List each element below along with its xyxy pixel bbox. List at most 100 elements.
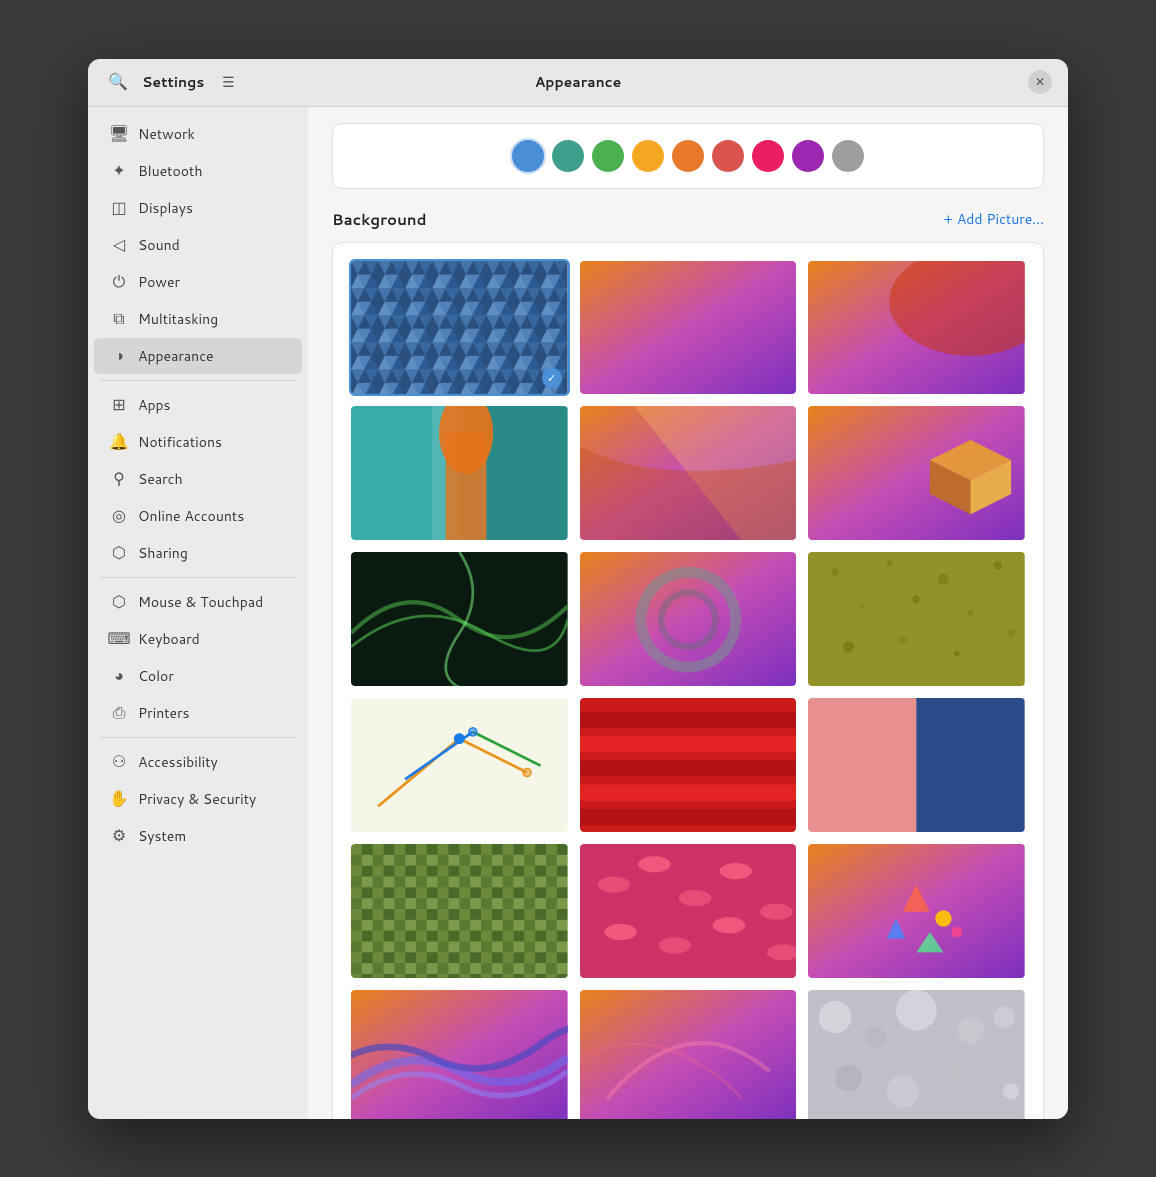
background-thumb-bg13[interactable] [349,842,570,980]
sidebar-item-online-accounts[interactable]: ◎ Online Accounts [94,498,302,534]
sidebar-item-privacy[interactable]: ✋ Privacy & Security [94,781,302,817]
sidebar-label-displays: Displays [138,198,193,218]
sidebar-label-appearance: Appearance [138,346,214,366]
sidebar: 🖥 Network ✦ Bluetooth ◫ Displays ◁ Sound ⏻ Power ⧉… [88,107,308,1119]
background-thumb-bg5[interactable] [578,404,799,542]
background-thumb-bg2[interactable] [578,259,799,397]
background-thumb-bg4[interactable] [349,404,570,542]
page-title: Appearance [535,72,622,92]
color-circle-red[interactable] [712,140,744,172]
titlebar-right: ✕ [832,70,1052,94]
sidebar-label-privacy: Privacy & Security [138,789,256,809]
content-area: 🖥 Network ✦ Bluetooth ◫ Displays ◁ Sound ⏻ Power ⧉… [88,107,1068,1119]
sidebar-item-displays[interactable]: ◫ Displays [94,190,302,226]
selected-checkmark: ✓ [542,368,562,388]
sidebar-label-sound: Sound [138,235,180,255]
sidebar-label-power: Power [138,272,180,292]
sidebar-label-network: Network [138,124,195,144]
color-circle-gray[interactable] [832,140,864,172]
sidebar-divider [100,577,296,578]
sidebar-label-mouse: Mouse & Touchpad [138,592,263,612]
sidebar-item-multitasking[interactable]: ⧉Multitasking [94,301,302,337]
color-circles-card [332,123,1044,189]
appearance-icon: ◑ [110,347,128,365]
background-thumb-bg10[interactable] [349,696,570,834]
sidebar-divider [100,737,296,738]
background-thumb-bg12[interactable] [806,696,1027,834]
titlebar-left: 🔍 Settings ☰ [104,68,324,96]
sidebar-label-online-accounts: Online Accounts [138,506,244,526]
main-content: Background + Add Picture... ✓ [308,107,1068,1119]
sidebar-label-apps: Apps [138,395,171,415]
sidebar-label-printers: Printers [138,703,190,723]
multitasking-icon: ⧉ [110,310,128,328]
background-thumb-bg7[interactable] [349,550,570,688]
add-picture-button[interactable]: + Add Picture... [943,209,1044,229]
sidebar-item-power[interactable]: ⏻ Power [94,264,302,300]
online-accounts-icon: ◎ [110,507,128,525]
background-thumb-bg18[interactable] [806,988,1027,1118]
background-thumb-bg9[interactable] [806,550,1027,688]
power-icon: ⏻ [110,273,128,291]
sidebar-item-mouse[interactable]: ⬡Mouse & Touchpad [94,584,302,620]
color-circle-teal[interactable] [552,140,584,172]
sidebar-item-network[interactable]: 🖥 Network [94,116,302,152]
sidebar-item-keyboard[interactable]: ⌨ Keyboard [94,621,302,657]
hamburger-button[interactable]: ☰ [214,68,242,96]
sidebar-item-printers[interactable]: ⎙ Printers [94,695,302,731]
background-thumb-bg6[interactable] [806,404,1027,542]
color-circle-blue[interactable] [512,140,544,172]
search-icon-button[interactable]: 🔍 [104,68,132,96]
displays-icon: ◫ [110,199,128,217]
color-circle-green[interactable] [592,140,624,172]
bluetooth-icon: ✦ [110,162,128,180]
titlebar-center: Appearance [324,72,832,92]
sidebar-item-system[interactable]: ⚙System [94,818,302,854]
printers-icon: ⎙ [110,704,128,722]
close-button[interactable]: ✕ [1028,70,1052,94]
sidebar-item-sound[interactable]: ◁ Sound [94,227,302,263]
appearance-panel: Background + Add Picture... ✓ [308,107,1068,1119]
color-icon: ◕ [110,667,128,685]
network-icon: 🖥 [110,125,128,143]
color-circle-orange[interactable] [672,140,704,172]
background-thumb-bg14[interactable] [578,842,799,980]
sidebar-item-search[interactable]: ⚲ Search [94,461,302,497]
settings-window: 🔍 Settings ☰ Appearance ✕ 🖥 Network ✦ Bluet… [88,59,1068,1119]
keyboard-icon: ⌨ [110,630,128,648]
system-icon: ⚙ [110,827,128,845]
sound-icon: ◁ [110,236,128,254]
sidebar-item-sharing[interactable]: ⬡Sharing [94,535,302,571]
background-thumb-bg11[interactable] [578,696,799,834]
background-thumb-bg15[interactable] [806,842,1027,980]
sidebar-item-apps[interactable]: ⊞ Apps [94,387,302,423]
color-circle-pink[interactable] [752,140,784,172]
sidebar-label-color: Color [138,666,174,686]
privacy-icon: ✋ [110,790,128,808]
titlebar: 🔍 Settings ☰ Appearance ✕ [88,59,1068,107]
background-thumb-bg3[interactable] [806,259,1027,397]
apps-icon: ⊞ [110,396,128,414]
background-thumb-bg1[interactable]: ✓ [349,259,570,397]
sidebar-item-color[interactable]: ◕ Color [94,658,302,694]
sidebar-label-search: Search [138,469,183,489]
color-circle-purple[interactable] [792,140,824,172]
sidebar-label-accessibility: Accessibility [138,752,218,772]
background-section-header: Background + Add Picture... [332,209,1044,230]
sidebar-item-notifications[interactable]: 🔔Notifications [94,424,302,460]
color-circle-yellow[interactable] [632,140,664,172]
sidebar-item-appearance[interactable]: ◑ Appearance [94,338,302,374]
backgrounds-grid-card: ✓ [332,242,1044,1119]
sidebar-label-keyboard: Keyboard [138,629,200,649]
backgrounds-grid: ✓ [349,259,1027,1119]
sharing-icon: ⬡ [110,544,128,562]
search-icon: ⚲ [110,470,128,488]
background-thumb-bg17[interactable] [578,988,799,1118]
accessibility-icon: ⚇ [110,753,128,771]
background-thumb-bg8[interactable] [578,550,799,688]
background-thumb-bg16[interactable] [349,988,570,1118]
notifications-icon: 🔔 [110,433,128,451]
sidebar-item-bluetooth[interactable]: ✦ Bluetooth [94,153,302,189]
sidebar-label-bluetooth: Bluetooth [138,161,202,181]
sidebar-item-accessibility[interactable]: ⚇ Accessibility [94,744,302,780]
